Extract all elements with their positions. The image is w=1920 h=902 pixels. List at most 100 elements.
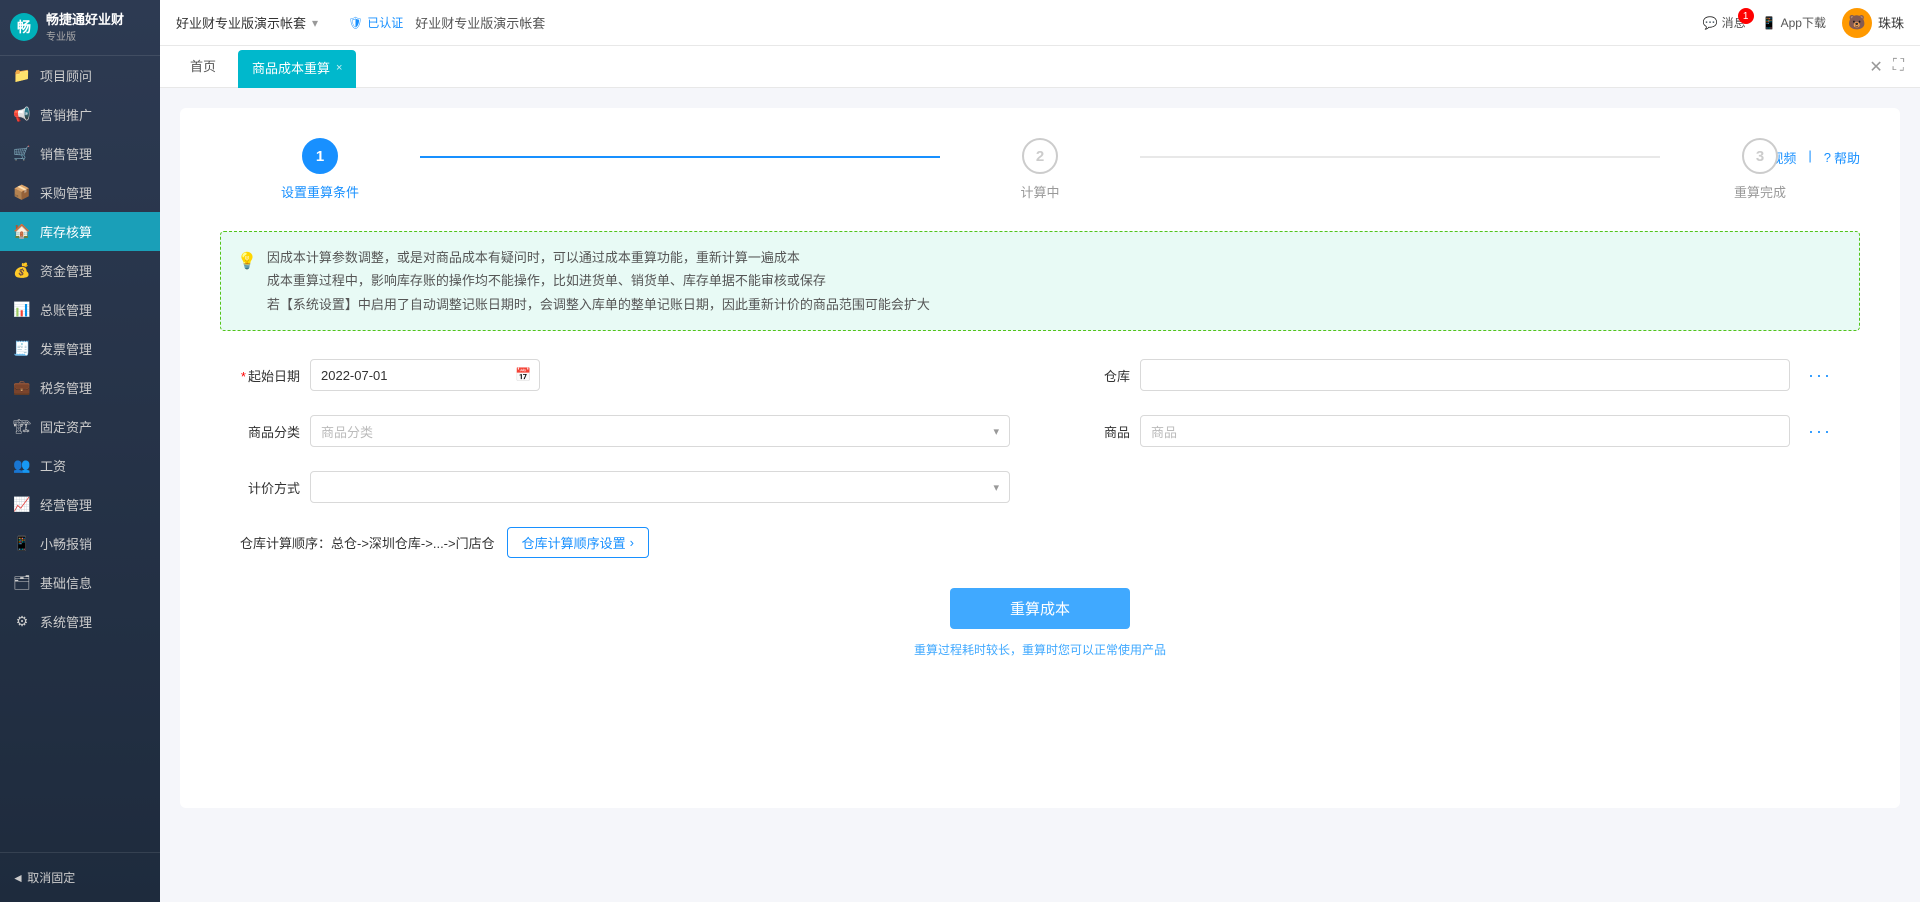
avatar-image: 🐻 bbox=[1842, 8, 1872, 38]
app-download-button[interactable]: 📱 App下载 bbox=[1762, 14, 1826, 31]
sidebar-item-ledger[interactable]: 📊 总账管理 bbox=[0, 290, 160, 329]
marketing-icon: 📢 bbox=[12, 106, 32, 123]
topbar: 好业财专业版演示帐套 ▾ 🛡 已认证 好业财专业版演示帐套 💬 消息 1 📱 A… bbox=[160, 0, 1920, 46]
tab-close-icon[interactable]: × bbox=[336, 62, 342, 74]
app-name: 畅捷通好业财 bbox=[46, 12, 124, 28]
sidebar-item-label: 发票管理 bbox=[40, 339, 92, 358]
warehouse-field: 仓库 ··· bbox=[1070, 359, 1840, 391]
step-2-label: 计算中 bbox=[1020, 182, 1059, 201]
message-button[interactable]: 💬 消息 1 bbox=[1703, 14, 1746, 31]
tab-home-label: 首页 bbox=[190, 56, 216, 75]
sidebar-item-operation[interactable]: 📈 经营管理 bbox=[0, 485, 160, 524]
ledger-icon: 📊 bbox=[12, 301, 32, 318]
sidebar-item-assets[interactable]: 🏗 固定资产 bbox=[0, 407, 160, 446]
account-selector[interactable]: 好业财专业版演示帐套 ▾ bbox=[176, 13, 336, 32]
tab-cost-recalc[interactable]: 商品成本重算 × bbox=[238, 50, 356, 88]
pricing-arrow-icon: ▾ bbox=[993, 481, 999, 494]
finance-icon: 💰 bbox=[12, 262, 32, 279]
pricing-select[interactable]: ▾ bbox=[310, 471, 1010, 503]
info-box: 💡 因成本计算参数调整，或是对商品成本有疑问时，可以通过成本重算功能，重新计算一… bbox=[220, 231, 1860, 331]
sidebar-bottom: ◄ 取消固定 bbox=[0, 852, 160, 902]
sidebar-item-purchase[interactable]: 📦 采购管理 bbox=[0, 173, 160, 212]
purchase-icon: 📦 bbox=[12, 184, 32, 201]
info-text: 因成本计算参数调整，或是对商品成本有疑问时，可以通过成本重算功能，重新计算一遍成… bbox=[267, 246, 930, 316]
account-arrow-icon: ▾ bbox=[312, 16, 318, 30]
sidebar-unpin[interactable]: ◄ 取消固定 bbox=[0, 861, 160, 894]
main-area: 好业财专业版演示帐套 ▾ 🛡 已认证 好业财专业版演示帐套 💬 消息 1 📱 A… bbox=[160, 0, 1920, 902]
tab-controls: ✕ ⛶ bbox=[1869, 57, 1904, 77]
step-line-2 bbox=[1140, 156, 1660, 158]
sidebar-item-sales[interactable]: 🛒 销售管理 bbox=[0, 134, 160, 173]
sidebar-item-label: 经营管理 bbox=[40, 495, 92, 514]
goods-input[interactable]: 商品 bbox=[1140, 415, 1790, 447]
calc-button[interactable]: 重算成本 bbox=[950, 588, 1130, 629]
sidebar-item-system[interactable]: ⚙ 系统管理 bbox=[0, 602, 160, 641]
tab-home[interactable]: 首页 bbox=[176, 46, 230, 88]
help-link[interactable]: ? 帮助 bbox=[1824, 148, 1860, 167]
sidebar-item-label: 采购管理 bbox=[40, 183, 92, 202]
inventory-icon: 🏠 bbox=[12, 223, 32, 240]
sidebar-item-project[interactable]: 📁 项目顾问 bbox=[0, 56, 160, 95]
step-1: 1 设置重算条件 bbox=[220, 138, 420, 201]
sidebar-item-label: 固定资产 bbox=[40, 417, 92, 436]
base-icon: 🗂 bbox=[12, 574, 32, 591]
step-1-circle: 1 bbox=[302, 138, 338, 174]
category-label: 商品分类 bbox=[240, 422, 300, 441]
start-date-input[interactable]: 📅 bbox=[310, 359, 540, 391]
date-text-input[interactable] bbox=[311, 368, 507, 383]
user-avatar[interactable]: 🐻 珠珠 bbox=[1842, 8, 1904, 38]
warehouse-order-btn[interactable]: 仓库计算顺序设置 › bbox=[507, 527, 649, 558]
start-date-field: *起始日期 📅 bbox=[240, 359, 1010, 391]
calc-section: 重算成本 重算过程耗时较长，重算时您可以正常使用产品 bbox=[240, 588, 1840, 658]
sidebar-item-invoice[interactable]: 🧾 发票管理 bbox=[0, 329, 160, 368]
sidebar-item-marketing[interactable]: 📢 营销推广 bbox=[0, 95, 160, 134]
system-icon: ⚙ bbox=[12, 613, 32, 630]
category-select[interactable]: 商品分类 ▾ bbox=[310, 415, 1010, 447]
step-2: 2 计算中 bbox=[940, 138, 1140, 201]
sidebar-item-label: 库存核算 bbox=[40, 222, 92, 241]
sidebar-item-label: 税务管理 bbox=[40, 378, 92, 397]
sidebar-item-base[interactable]: 🗂 基础信息 bbox=[0, 563, 160, 602]
bulb-icon: 💡 bbox=[237, 248, 257, 316]
mobile-icon: 📱 bbox=[1762, 16, 1777, 30]
info-line-2: 成本重算过程中，影响库存账的操作均不能操作，比如进货单、销货单、库存单据不能审核… bbox=[267, 269, 930, 292]
goods-dots-icon[interactable]: ··· bbox=[1800, 421, 1840, 442]
tab-cost-label: 商品成本重算 bbox=[252, 58, 330, 77]
question-icon: ? bbox=[1824, 150, 1831, 165]
step-2-circle: 2 bbox=[1022, 138, 1058, 174]
sidebar-item-label: 系统管理 bbox=[40, 612, 92, 631]
close-window-icon[interactable]: ✕ bbox=[1869, 57, 1882, 77]
step-3-label: 重算完成 bbox=[1734, 182, 1786, 201]
info-line-1: 因成本计算参数调整，或是对商品成本有疑问时，可以通过成本重算功能，重新计算一遍成… bbox=[267, 246, 930, 269]
form-row-2: 商品分类 商品分类 ▾ 商品 商品 ··· bbox=[240, 415, 1840, 447]
warehouse-order-label: 仓库计算顺序：总仓->深圳仓库->...->门店仓 bbox=[240, 533, 495, 552]
category-placeholder: 商品分类 bbox=[321, 422, 373, 441]
sidebar: 畅 畅捷通好业财 专业版 📁 项目顾问 📢 营销推广 🛒 销售管理 📦 采购管理… bbox=[0, 0, 160, 902]
sidebar-item-inventory[interactable]: 🏠 库存核算 bbox=[0, 212, 160, 251]
sidebar-item-expense[interactable]: 📱 小畅报销 bbox=[0, 524, 160, 563]
shield-icon: 🛡 bbox=[348, 16, 363, 30]
page-content: 1 设置重算条件 2 计算中 3 重算完成 ▷ 视频 bbox=[160, 88, 1920, 902]
warehouse-input[interactable] bbox=[1140, 359, 1790, 391]
sidebar-item-tax[interactable]: 💼 税务管理 bbox=[0, 368, 160, 407]
category-field: 商品分类 商品分类 ▾ bbox=[240, 415, 1010, 447]
goods-field: 商品 商品 ··· bbox=[1070, 415, 1840, 447]
sales-icon: 🛒 bbox=[12, 145, 32, 162]
required-star: * bbox=[241, 369, 246, 384]
pricing-label: 计价方式 bbox=[240, 478, 300, 497]
maximize-icon[interactable]: ⛶ bbox=[1893, 57, 1904, 77]
content-card: 1 设置重算条件 2 计算中 3 重算完成 ▷ 视频 bbox=[180, 108, 1900, 808]
sidebar-item-label: 营销推广 bbox=[40, 105, 92, 124]
warehouse-order-row: 仓库计算顺序：总仓->深圳仓库->...->门店仓 仓库计算顺序设置 › bbox=[240, 527, 1840, 558]
warehouse-dots-icon[interactable]: ··· bbox=[1800, 365, 1840, 386]
verified-badge: 🛡 已认证 bbox=[348, 14, 403, 31]
calc-btn-label: 重算成本 bbox=[1010, 601, 1070, 618]
help-label: 帮助 bbox=[1834, 148, 1860, 167]
sidebar-item-salary[interactable]: 👥 工资 bbox=[0, 446, 160, 485]
account-full-name: 好业财专业版演示帐套 bbox=[415, 13, 545, 32]
app-download-label: App下载 bbox=[1781, 14, 1826, 31]
calendar-icon[interactable]: 📅 bbox=[507, 367, 539, 383]
sidebar-item-finance[interactable]: 💰 资金管理 bbox=[0, 251, 160, 290]
step-3-circle: 3 bbox=[1742, 138, 1778, 174]
warehouse-order-arrow-icon: › bbox=[630, 535, 634, 550]
